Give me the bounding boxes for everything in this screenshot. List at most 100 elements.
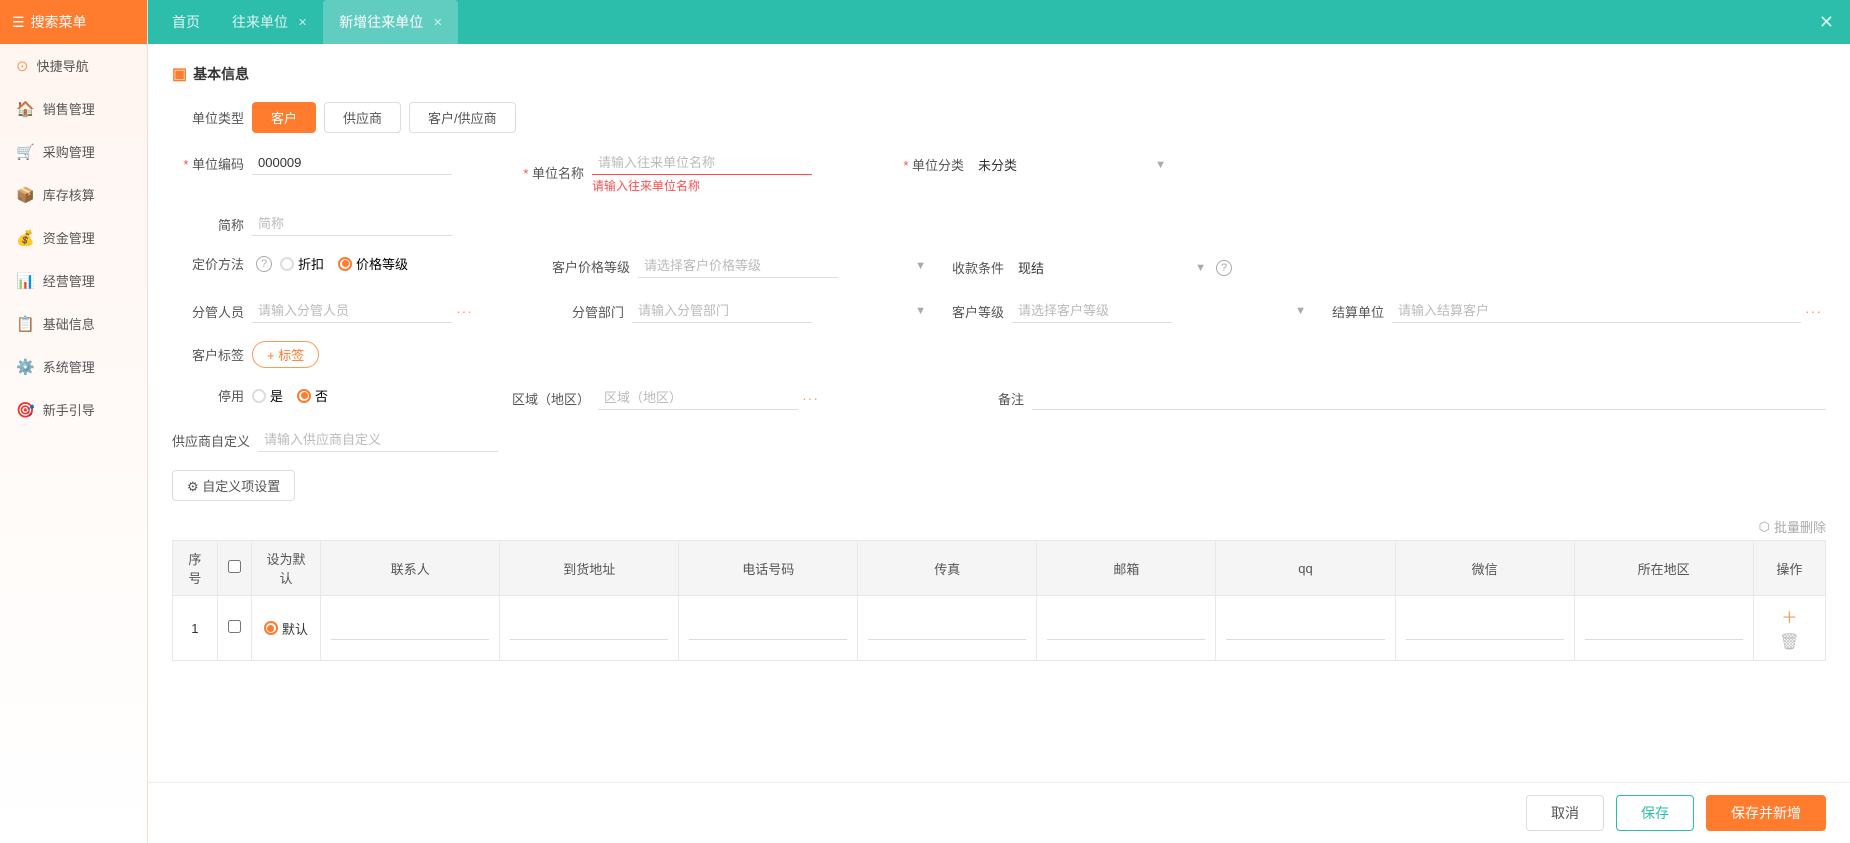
- fax-input[interactable]: [868, 616, 1026, 640]
- inventory-icon: 📦: [16, 186, 35, 204]
- sidebar-nav[interactable]: ⊙ 快捷导航: [0, 44, 147, 87]
- address-input[interactable]: [510, 616, 668, 640]
- unit-type-supplier-btn[interactable]: 供应商: [324, 102, 401, 133]
- sidebar-item-purchase[interactable]: 🛒 采购管理: [0, 130, 147, 173]
- payment-select-wrapper: 现结 ▼: [1012, 254, 1212, 281]
- customer-level-label: 客户等级: [932, 302, 1012, 321]
- table-row: 1 默认: [173, 596, 1826, 661]
- sidebar-item-finance[interactable]: 💰 资金管理: [0, 216, 147, 259]
- short-name-input[interactable]: [252, 212, 452, 236]
- manager-field: 分管人员 ···: [172, 299, 552, 323]
- pricing-level-radio[interactable]: 价格等级: [338, 254, 408, 273]
- save-new-button[interactable]: 保存并新增: [1706, 795, 1826, 831]
- disabled-region-row: 停用 是 否 区域（地区） ···: [172, 386, 1826, 410]
- pricing-method-field: 定价方法 ? 折扣 价格等级: [172, 254, 552, 273]
- settlement-unit-more-btn[interactable]: ···: [1801, 303, 1826, 319]
- sidebar: ☰ 搜索菜单 ⊙ 快捷导航 🏠 销售管理 🛒 采购管理 📦 库存核算 💰 资金管…: [0, 0, 148, 843]
- manager-input[interactable]: [252, 299, 452, 323]
- payment-condition-label: 收款条件: [932, 258, 1012, 277]
- batch-delete-label[interactable]: 批量删除: [1774, 517, 1826, 536]
- remark-field: 备注: [952, 386, 1826, 410]
- customer-level-input[interactable]: [1012, 299, 1172, 323]
- tab-bar-close-all[interactable]: ✕: [1811, 12, 1842, 33]
- cell-default: 默认: [251, 596, 320, 661]
- unit-type-field: 单位类型 客户 供应商 客户/供应商: [172, 102, 1826, 133]
- default-radio[interactable]: 默认: [262, 619, 310, 638]
- unit-type-both-btn[interactable]: 客户/供应商: [409, 102, 516, 133]
- cell-check: [217, 596, 251, 661]
- department-field: 分管部门 ▼: [552, 299, 932, 323]
- section-title-label: 基本信息: [193, 64, 249, 84]
- unit-code-field: 单位编码: [172, 151, 512, 175]
- section-basic-info: ▣ 基本信息: [172, 64, 1826, 84]
- add-row-btn[interactable]: ＋: [1777, 602, 1801, 630]
- disabled-no-radio[interactable]: 否: [297, 386, 328, 405]
- unit-code-input[interactable]: [252, 151, 452, 175]
- disabled-yes-radio[interactable]: 是: [252, 386, 283, 405]
- add-tag-btn[interactable]: + 标签: [252, 341, 319, 368]
- sidebar-item-inventory-label: 库存核算: [43, 185, 95, 204]
- tab-home-label: 首页: [172, 12, 200, 32]
- region-more-btn[interactable]: ···: [798, 390, 823, 406]
- unit-category-arrow-icon: ▼: [1155, 159, 1166, 171]
- unit-type-customer-btn[interactable]: 客户: [252, 102, 316, 133]
- tab-new-partner[interactable]: 新增往来单位 ✕: [323, 0, 458, 44]
- tab-partners-close[interactable]: ✕: [298, 16, 307, 29]
- short-name-label: 简称: [172, 215, 252, 234]
- tab-new-partner-close[interactable]: ✕: [433, 16, 442, 29]
- sidebar-item-sales[interactable]: 🏠 销售管理: [0, 87, 147, 130]
- select-all-checkbox[interactable]: [228, 560, 241, 573]
- settlement-unit-input[interactable]: [1392, 299, 1801, 323]
- pricing-help-icon[interactable]: ?: [256, 256, 272, 272]
- customer-price-select-wrapper: ▼: [638, 254, 932, 278]
- unit-category-value: 未分类: [972, 151, 1041, 178]
- search-icon: ☰: [12, 14, 25, 31]
- row-checkbox[interactable]: [228, 620, 241, 633]
- phone-input[interactable]: [689, 616, 847, 640]
- batch-delete-area: ⬡ 批量删除: [172, 517, 1826, 536]
- nav-icon: ⊙: [16, 57, 29, 75]
- cancel-button[interactable]: 取消: [1526, 795, 1604, 831]
- sidebar-item-purchase-label: 采购管理: [43, 142, 95, 161]
- manager-more-btn[interactable]: ···: [452, 303, 477, 319]
- tab-home[interactable]: 首页: [156, 0, 216, 44]
- email-input[interactable]: [1047, 616, 1205, 640]
- pricing-discount-label: 折扣: [298, 254, 324, 273]
- qq-input[interactable]: [1226, 616, 1384, 640]
- page-content: ▣ 基本信息 单位类型 客户 供应商 客户/供应商 单位编码 单: [148, 44, 1850, 782]
- col-default: 设为默认: [251, 541, 320, 596]
- pricing-discount-radio[interactable]: 折扣: [280, 254, 324, 273]
- customer-price-input[interactable]: [638, 254, 838, 278]
- supplier-custom-input[interactable]: [258, 428, 498, 452]
- col-check: [217, 541, 251, 596]
- wechat-input[interactable]: [1406, 616, 1564, 640]
- unit-name-input[interactable]: [592, 151, 812, 175]
- sidebar-item-base[interactable]: 📋 基础信息: [0, 302, 147, 345]
- payment-help-icon[interactable]: ?: [1216, 260, 1232, 276]
- cell-fax: [858, 596, 1037, 661]
- base-icon: 📋: [16, 315, 35, 333]
- remark-input[interactable]: [1032, 386, 1826, 410]
- sidebar-item-inventory[interactable]: 📦 库存核算: [0, 173, 147, 216]
- disabled-no-circle: [297, 389, 311, 403]
- sidebar-item-system[interactable]: ⚙️ 系统管理: [0, 345, 147, 388]
- sidebar-item-newbie[interactable]: 🎯 新手引导: [0, 388, 147, 431]
- row-region-input[interactable]: [1585, 616, 1743, 640]
- save-button[interactable]: 保存: [1616, 795, 1694, 831]
- sidebar-search[interactable]: ☰ 搜索菜单: [0, 0, 147, 44]
- custom-settings-btn[interactable]: ⚙ 自定义项设置: [172, 470, 295, 501]
- delete-row-btn[interactable]: 🗑: [1775, 630, 1803, 654]
- sidebar-item-base-label: 基础信息: [43, 314, 95, 333]
- unit-name-error: 请输入往来单位名称: [592, 177, 892, 194]
- tab-partners[interactable]: 往来单位 ✕: [216, 0, 323, 44]
- cell-wechat: [1395, 596, 1574, 661]
- department-input[interactable]: [632, 299, 812, 323]
- col-phone: 电话号码: [679, 541, 858, 596]
- supplier-custom-row: 供应商自定义: [172, 428, 1826, 452]
- contact-input[interactable]: [331, 616, 489, 640]
- sidebar-item-operations[interactable]: 📊 经营管理: [0, 259, 147, 302]
- region-input[interactable]: [598, 386, 798, 410]
- col-email: 邮箱: [1037, 541, 1216, 596]
- tab-bar: 首页 往来单位 ✕ 新增往来单位 ✕ ✕: [148, 0, 1850, 44]
- code-name-category-row: 单位编码 单位名称 请输入往来单位名称 单位分类 未分类 ▼: [172, 151, 1826, 194]
